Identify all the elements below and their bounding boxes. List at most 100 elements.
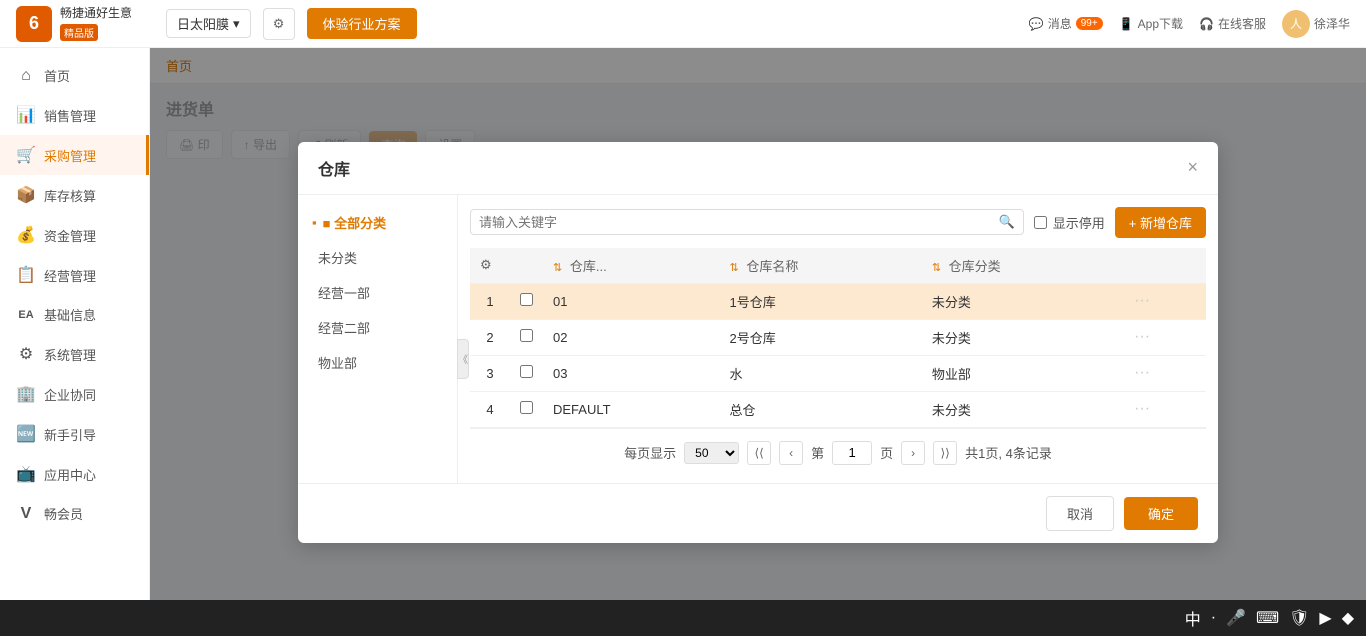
sidebar-item-inventory[interactable]: 📦 库存核算: [0, 175, 149, 215]
sidebar-item-home[interactable]: ⌂ 首页: [0, 56, 149, 95]
table-row[interactable]: 1 01 1号仓库 未分类 ···: [470, 283, 1206, 319]
grid-icon: ▪: [312, 215, 317, 230]
messages-badge: 99+: [1076, 17, 1103, 30]
add-warehouse-button[interactable]: + 新增仓库: [1115, 207, 1206, 238]
more-icon[interactable]: ···: [1134, 364, 1150, 381]
col-category[interactable]: ⇅ 仓库分类: [922, 248, 1124, 284]
last-page-button[interactable]: ⟩⟩: [933, 441, 957, 465]
online-service-button[interactable]: 🎧 在线客服: [1199, 15, 1266, 32]
row-checkbox[interactable]: [520, 365, 533, 378]
trial-button[interactable]: 体验行业方案: [307, 8, 417, 39]
top-header: 6 畅捷通好生意 精品版 日太阳膜 ▾ ⚙ 体验行业方案 💬 消息 99+ 📱 …: [0, 0, 1366, 48]
logo-badge: 精品版: [60, 24, 98, 41]
bottom-dot-icon: ·: [1211, 609, 1216, 627]
next-page-button[interactable]: ›: [901, 441, 925, 465]
sidebar-item-basics[interactable]: EA 基础信息: [0, 295, 149, 334]
category-panel: ▪ ■ 全部分类 未分类 经营一部 经营二部 物业部 《: [298, 195, 458, 483]
bottom-keyboard-icon[interactable]: ⌨: [1256, 608, 1279, 628]
user-profile-button[interactable]: 人 徐泽华: [1282, 10, 1350, 38]
category-all[interactable]: ▪ ■ 全部分类: [298, 205, 457, 240]
per-page-select[interactable]: 50 20 100: [684, 442, 739, 464]
prev-page-button[interactable]: ‹: [779, 441, 803, 465]
category-item-unclassified[interactable]: 未分类: [298, 240, 457, 275]
enterprise-icon: 🏢: [16, 384, 36, 404]
sidebar-item-guide[interactable]: 🆕 新手引导: [0, 414, 149, 454]
sidebar-item-operations[interactable]: 📋 经营管理: [0, 255, 149, 295]
row-checkbox-cell[interactable]: [510, 355, 543, 391]
row-code: 01: [543, 283, 720, 319]
guide-icon: 🆕: [16, 424, 36, 444]
sort-icon-name: ⇅: [730, 262, 739, 274]
row-checkbox-cell[interactable]: [510, 391, 543, 427]
row-checkbox-cell[interactable]: [510, 283, 543, 319]
bottom-bar: 中 · 🎤 ⌨ 🛡 ▶ ◆: [0, 600, 1366, 636]
table-row[interactable]: 4 DEFAULT 总仓 未分类 ···: [470, 391, 1206, 427]
row-more[interactable]: ···: [1124, 319, 1206, 355]
warehouse-table: ⚙ ⇅ 仓库... ⇅: [470, 248, 1206, 428]
row-category: 未分类: [922, 391, 1124, 427]
search-input[interactable]: [479, 215, 993, 230]
more-icon[interactable]: ···: [1134, 400, 1150, 417]
table-panel: 🔍 显示停用 + 新增仓库: [458, 195, 1218, 483]
col-settings: ⚙: [470, 248, 510, 284]
row-num: 3: [470, 355, 510, 391]
messages-button[interactable]: 💬 消息 99+: [1029, 15, 1103, 32]
row-more[interactable]: ···: [1124, 391, 1206, 427]
show-disabled-checkbox[interactable]: [1034, 216, 1047, 229]
row-name: 水: [720, 355, 922, 391]
sidebar-item-enterprise[interactable]: 🏢 企业协同: [0, 374, 149, 414]
main-layout: ⌂ 首页 📊 销售管理 🛒 采购管理 📦 库存核算 💰 资金管理 📋 经营管理 …: [0, 48, 1366, 636]
col-code[interactable]: ⇅ 仓库...: [543, 248, 720, 284]
more-icon[interactable]: ···: [1134, 328, 1150, 345]
col-name[interactable]: ⇅ 仓库名称: [720, 248, 922, 284]
sidebar-item-membership[interactable]: V 畅会员: [0, 494, 149, 533]
row-checkbox[interactable]: [520, 329, 533, 342]
sidebar-item-finance[interactable]: 💰 资金管理: [0, 215, 149, 255]
row-num: 1: [470, 283, 510, 319]
table-row[interactable]: 2 02 2号仓库 未分类 ···: [470, 319, 1206, 355]
row-checkbox[interactable]: [520, 401, 533, 414]
category-item-dept2[interactable]: 经营二部: [298, 310, 457, 345]
modal-footer: 取消 确定: [298, 483, 1218, 543]
category-item-property[interactable]: 物业部: [298, 345, 457, 380]
bottom-shield-icon: 🛡: [1289, 608, 1309, 628]
modal-close-button[interactable]: ×: [1187, 157, 1198, 178]
confirm-button[interactable]: 确定: [1124, 497, 1198, 530]
search-icon: 🔍: [999, 214, 1015, 230]
gear-button[interactable]: ⚙: [263, 8, 295, 40]
first-page-button[interactable]: ⟨⟨: [747, 441, 771, 465]
row-name: 2号仓库: [720, 319, 922, 355]
category-item-dept1[interactable]: 经营一部: [298, 275, 457, 310]
row-checkbox[interactable]: [520, 293, 533, 306]
sidebar-item-system[interactable]: ⚙ 系统管理: [0, 334, 149, 374]
bottom-zh-icon[interactable]: 中: [1185, 606, 1201, 630]
app-download-button[interactable]: 📱 App下载: [1119, 15, 1183, 32]
store-select[interactable]: 日太阳膜 ▾: [166, 9, 251, 38]
sales-icon: 📊: [16, 105, 36, 125]
sidebar-item-sales[interactable]: 📊 销售管理: [0, 95, 149, 135]
phone-icon: 📱: [1119, 17, 1134, 31]
table-row[interactable]: 3 03 水 物业部 ···: [470, 355, 1206, 391]
row-more[interactable]: ···: [1124, 355, 1206, 391]
collapse-button[interactable]: 《: [457, 339, 469, 379]
message-icon: 💬: [1029, 17, 1044, 31]
page-number-input[interactable]: [832, 441, 872, 465]
finance-icon: 💰: [16, 225, 36, 245]
row-more[interactable]: ···: [1124, 283, 1206, 319]
logo-icon: 6: [16, 6, 52, 42]
sidebar-item-purchase[interactable]: 🛒 采购管理: [0, 135, 149, 175]
table-header-row: ⚙ ⇅ 仓库... ⇅: [470, 248, 1206, 284]
system-icon: ⚙: [16, 344, 36, 364]
show-disabled-label[interactable]: 显示停用: [1034, 213, 1105, 232]
bottom-mic-icon[interactable]: 🎤: [1226, 608, 1246, 628]
cancel-button[interactable]: 取消: [1046, 496, 1114, 531]
modal-body: ▪ ■ 全部分类 未分类 经营一部 经营二部 物业部 《: [298, 195, 1218, 483]
table-container: ⚙ ⇅ 仓库... ⇅: [470, 248, 1206, 428]
pagination: 每页显示 50 20 100 ⟨⟨ ‹ 第 页 ›: [470, 428, 1206, 471]
sidebar-item-apps[interactable]: 📺 应用中心: [0, 454, 149, 494]
col-checkbox: [510, 248, 543, 284]
row-num: 2: [470, 319, 510, 355]
more-icon[interactable]: ···: [1134, 292, 1150, 309]
header-right: 💬 消息 99+ 📱 App下载 🎧 在线客服 人 徐泽华: [1029, 10, 1350, 38]
row-checkbox-cell[interactable]: [510, 319, 543, 355]
